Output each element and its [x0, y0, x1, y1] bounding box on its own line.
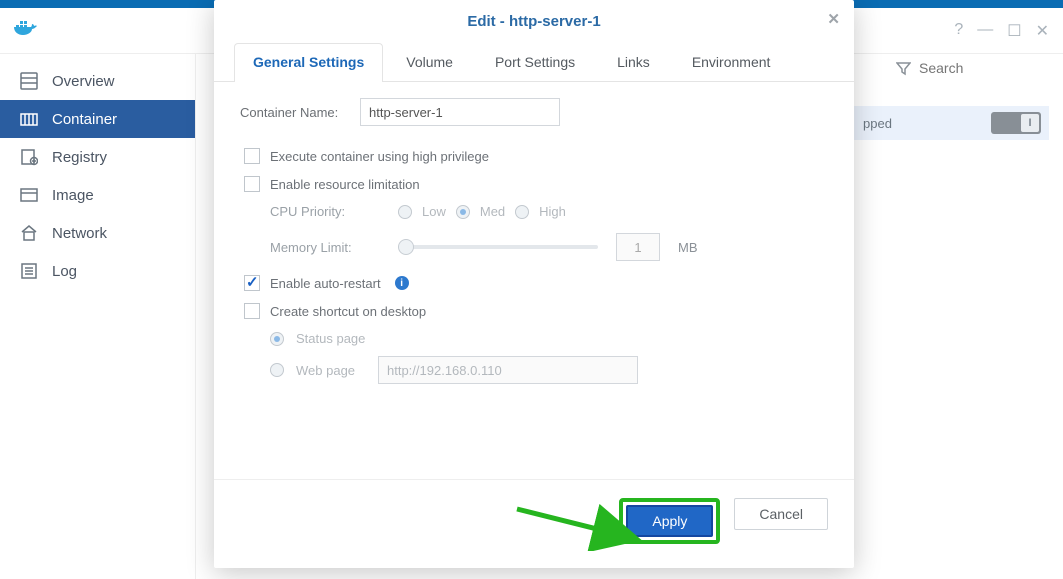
web-page-row: Web page — [270, 356, 828, 384]
sidebar-label: Registry — [52, 149, 107, 166]
annotation-arrow-icon — [512, 501, 662, 551]
memory-slider[interactable] — [398, 245, 598, 249]
cpu-high-label: High — [539, 204, 566, 219]
log-icon — [20, 262, 38, 280]
search-input[interactable] — [919, 60, 1049, 76]
cpu-med-label: Med — [480, 204, 505, 219]
sidebar-label: Log — [52, 263, 77, 280]
info-icon[interactable]: i — [395, 276, 409, 290]
cpu-priority-label: CPU Priority: — [270, 204, 380, 219]
memory-limit-row: Memory Limit: MB — [270, 233, 828, 261]
maximize-icon[interactable]: ☐ — [1007, 21, 1021, 41]
container-list-row[interactable]: pped I — [851, 106, 1049, 140]
container-name-row: Container Name: — [240, 98, 828, 126]
status-page-label: Status page — [296, 331, 365, 346]
image-icon — [20, 186, 38, 204]
dialog-tabs: General Settings Volume Port Settings Li… — [214, 42, 854, 82]
network-icon — [20, 224, 38, 242]
cpu-priority-row: CPU Priority: Low Med High — [270, 204, 828, 219]
sidebar-label: Image — [52, 187, 94, 204]
sidebar-item-registry[interactable]: Registry — [0, 138, 195, 176]
dialog-content: Container Name: Execute container using … — [214, 82, 854, 414]
docker-logo-icon — [14, 19, 38, 42]
sidebar-item-image[interactable]: Image — [0, 176, 195, 214]
web-page-url-input — [378, 356, 638, 384]
sidebar-label: Network — [52, 225, 107, 242]
container-name-label: Container Name: — [240, 105, 360, 120]
cpu-high-radio[interactable] — [515, 205, 529, 219]
minimize-icon[interactable]: — — [977, 21, 993, 41]
resource-limit-row: Enable resource limitation — [244, 176, 828, 192]
cpu-priority-options: Low Med High — [398, 204, 566, 219]
high-privilege-checkbox[interactable] — [244, 148, 260, 164]
status-text: pped — [863, 116, 892, 131]
create-shortcut-checkbox[interactable] — [244, 303, 260, 319]
sidebar-label: Overview — [52, 73, 115, 90]
sidebar-item-network[interactable]: Network — [0, 214, 195, 252]
tab-links[interactable]: Links — [598, 43, 669, 82]
resource-limit-label: Enable resource limitation — [270, 177, 420, 192]
filter-icon — [896, 61, 911, 76]
web-page-radio[interactable] — [270, 363, 284, 377]
search-box[interactable] — [896, 60, 1049, 76]
cpu-med-radio[interactable] — [456, 205, 470, 219]
close-icon[interactable]: ✕ — [1036, 21, 1049, 41]
status-page-row: Status page — [270, 331, 828, 346]
status-page-radio[interactable] — [270, 332, 284, 346]
auto-restart-row: Enable auto-restart i — [244, 275, 828, 291]
tab-volume[interactable]: Volume — [387, 43, 472, 82]
cancel-button[interactable]: Cancel — [734, 498, 828, 530]
window-controls: ? — ☐ ✕ — [954, 21, 1049, 41]
memory-unit: MB — [678, 240, 698, 255]
dialog-title: Edit - http-server-1 — [467, 13, 600, 30]
sidebar: Overview Container Registry Image Networ… — [0, 54, 196, 579]
dialog-close-icon[interactable]: ✕ — [827, 10, 840, 28]
tab-port-settings[interactable]: Port Settings — [476, 43, 594, 82]
sidebar-item-container[interactable]: Container — [0, 100, 195, 138]
toggle-knob: I — [1021, 114, 1039, 132]
auto-restart-checkbox[interactable] — [244, 275, 260, 291]
high-privilege-label: Execute container using high privilege — [270, 149, 489, 164]
resource-limit-checkbox[interactable] — [244, 176, 260, 192]
tab-environment[interactable]: Environment — [673, 43, 790, 82]
web-page-label: Web page — [296, 363, 366, 378]
sidebar-item-log[interactable]: Log — [0, 252, 195, 290]
tab-general-settings[interactable]: General Settings — [234, 43, 383, 82]
cpu-low-radio[interactable] — [398, 205, 412, 219]
memory-value-input — [616, 233, 660, 261]
sidebar-label: Container — [52, 111, 117, 128]
cpu-low-label: Low — [422, 204, 446, 219]
container-name-input[interactable] — [360, 98, 560, 126]
help-icon[interactable]: ? — [954, 21, 963, 41]
sidebar-item-overview[interactable]: Overview — [0, 62, 195, 100]
memory-limit-label: Memory Limit: — [270, 240, 380, 255]
auto-restart-label: Enable auto-restart — [270, 276, 381, 291]
overview-icon — [20, 72, 38, 90]
create-shortcut-label: Create shortcut on desktop — [270, 304, 426, 319]
edit-container-dialog: Edit - http-server-1 ✕ General Settings … — [214, 0, 854, 568]
create-shortcut-row: Create shortcut on desktop — [244, 303, 828, 319]
power-toggle[interactable]: I — [991, 112, 1041, 134]
container-icon — [20, 110, 38, 128]
registry-icon — [20, 148, 38, 166]
slider-thumb[interactable] — [398, 239, 414, 255]
high-privilege-row: Execute container using high privilege — [244, 148, 828, 164]
dialog-header: Edit - http-server-1 ✕ — [214, 0, 854, 42]
